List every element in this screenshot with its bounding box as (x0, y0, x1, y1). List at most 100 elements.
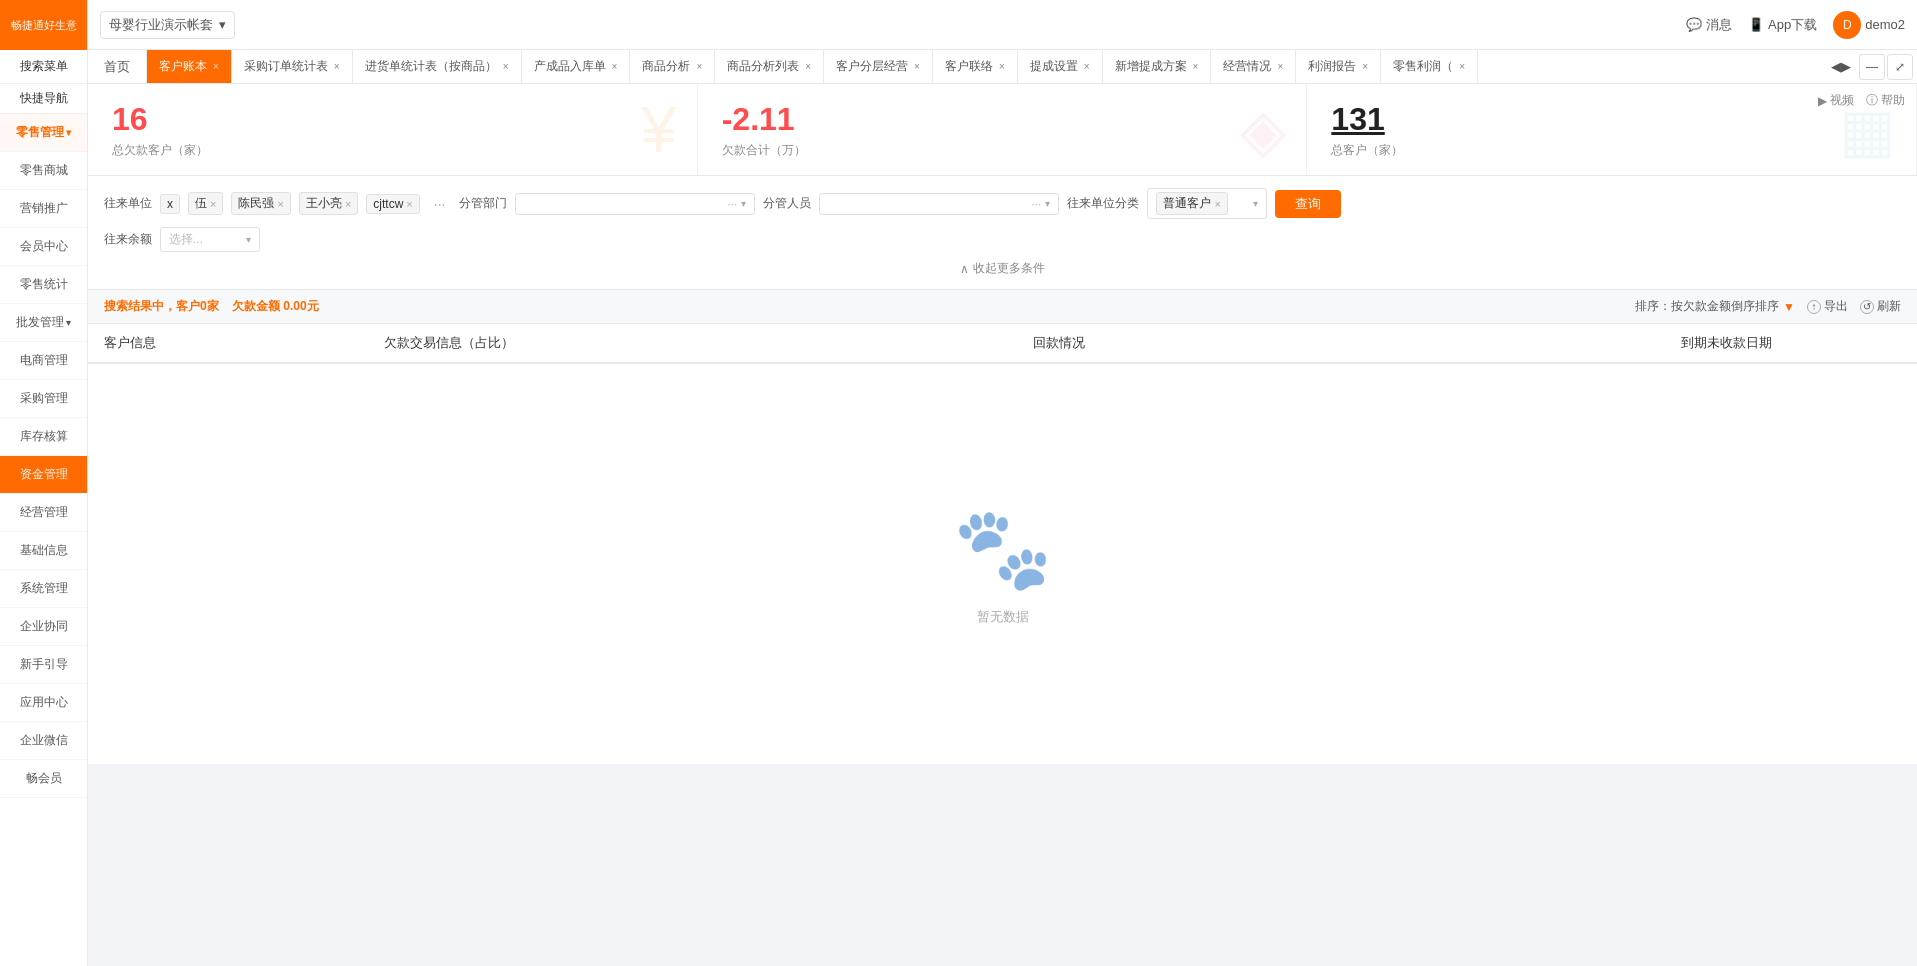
tab-home[interactable]: 首页 (88, 50, 147, 84)
filter-tag-unit-chen[interactable]: 陈民强 × (231, 192, 290, 215)
message-btn[interactable]: 💬 消息 (1686, 16, 1732, 34)
remove-wu-btn[interactable]: × (210, 198, 216, 210)
tab-close-5[interactable]: × (805, 61, 811, 72)
tab-close-4[interactable]: × (696, 61, 702, 72)
tab-close-9[interactable]: × (1193, 61, 1199, 72)
stats-customers-value: 16 (112, 100, 673, 138)
sidebar-item-10[interactable]: 经营管理 (0, 494, 87, 532)
tab-close-3[interactable]: × (612, 61, 618, 72)
video-btn[interactable]: ▶ 视频 (1818, 92, 1854, 109)
tab-label-6: 客户分层经营 (836, 58, 908, 75)
more-tags-btn[interactable]: ··· (428, 194, 452, 214)
query-btn[interactable]: 查询 (1275, 190, 1341, 218)
filter-tag-unit-all[interactable]: x (160, 194, 180, 214)
tab-label-8: 提成设置 (1030, 58, 1078, 75)
remove-chen-btn[interactable]: × (277, 198, 283, 210)
table-body: 🐾 暂无数据 (88, 364, 1917, 764)
tabs-minimize-btn[interactable]: — (1859, 54, 1885, 80)
balance-select[interactable]: 选择... ▾ (160, 227, 260, 252)
filter-tag-unit-cjttcw[interactable]: cjttcw × (366, 194, 419, 214)
user-menu[interactable]: D demo2 (1833, 11, 1905, 39)
sidebar-quick-nav[interactable]: 快捷导航 (0, 84, 87, 114)
tab-close-7[interactable]: × (999, 61, 1005, 72)
filter-tag-unit-wu[interactable]: 伍 × (188, 192, 223, 215)
collapse-btn[interactable]: ∧ 收起更多条件 (104, 260, 1901, 277)
sidebar-item-7[interactable]: 采购管理 (0, 380, 87, 418)
tab-2[interactable]: 进货单统计表（按商品） × (353, 50, 522, 84)
tab-8[interactable]: 提成设置 × (1018, 50, 1103, 84)
sidebar-item-2[interactable]: 营销推广 (0, 190, 87, 228)
sidebar-item-16[interactable]: 企业微信 (0, 722, 87, 760)
message-icon: 💬 (1686, 17, 1702, 32)
stats-total-value: 131 (1331, 100, 1892, 138)
sidebar-item-5[interactable]: 批发管理 ▾ (0, 304, 87, 342)
tabs-more-btn[interactable]: ◀ ▶ (1823, 50, 1859, 84)
topbar: 母婴行业演示帐套 ▾ 💬 消息 📱 App下载 D demo2 (88, 0, 1917, 50)
remove-cjttcw-btn[interactable]: × (406, 198, 412, 210)
sidebar-item-15[interactable]: 应用中心 (0, 684, 87, 722)
filter-category-label: 往来单位分类 (1067, 195, 1139, 212)
sidebar-item-13[interactable]: 企业协同 (0, 608, 87, 646)
tab-12[interactable]: 零售利润（× (1381, 50, 1478, 84)
tab-close-11[interactable]: × (1362, 61, 1368, 72)
tabs-fullscreen-btn[interactable]: ⤢ (1887, 54, 1913, 80)
remove-category-btn[interactable]: × (1214, 198, 1220, 210)
col-duedate: 到期未收款日期 (1681, 334, 1901, 352)
tab-3[interactable]: 产成品入库单× (522, 50, 631, 84)
category-select[interactable]: 普通客户 × ▾ (1147, 188, 1267, 219)
tab-label-11: 利润报告 (1308, 58, 1356, 75)
tab-5[interactable]: 商品分析列表× (715, 50, 824, 84)
sidebar-item-4[interactable]: 零售统计 (0, 266, 87, 304)
tab-label-0: 客户账本 (159, 58, 207, 75)
sidebar-item-8[interactable]: 库存核算 (0, 418, 87, 456)
help-btn[interactable]: ⓘ 帮助 (1866, 92, 1905, 109)
stats-total-label: 总客户（家） (1331, 142, 1892, 159)
tab-6[interactable]: 客户分层经营 × (824, 50, 933, 84)
person-select[interactable]: ··· ▾ (819, 193, 1059, 215)
sidebar-item-3[interactable]: 会员中心 (0, 228, 87, 266)
refresh-btn[interactable]: ↺ 刷新 (1860, 298, 1901, 315)
tab-close-12[interactable]: × (1459, 61, 1465, 72)
tab-close-2[interactable]: × (503, 61, 509, 72)
app-download-btn[interactable]: 📱 App下载 (1748, 16, 1817, 34)
tab-close-1[interactable]: × (334, 61, 340, 72)
sidebar-item-11[interactable]: 基础信息 (0, 532, 87, 570)
tab-0[interactable]: 客户账本 × (147, 50, 232, 84)
export-btn[interactable]: ↑ 导出 (1807, 298, 1848, 315)
tab-close-0[interactable]: × (213, 61, 219, 72)
sidebar-search[interactable]: 搜索菜单 (0, 50, 87, 84)
tab-label-7: 客户联络 (945, 58, 993, 75)
tab-9[interactable]: 新增提成方案× (1103, 50, 1212, 84)
expand-icon: ▾ (64, 317, 72, 328)
sidebar-item-17[interactable]: 畅会员 (0, 760, 87, 798)
sidebar-item-9[interactable]: 资金管理 (0, 456, 87, 494)
chevron-down-icon2: ▾ (1045, 198, 1050, 209)
tab-4[interactable]: 商品分析× (630, 50, 715, 84)
tab-close-6[interactable]: × (914, 61, 920, 72)
col-debt: 欠款交易信息（占比） (384, 334, 1033, 352)
tab-close-10[interactable]: × (1277, 61, 1283, 72)
tab-1[interactable]: 采购订单统计表× (232, 50, 353, 84)
remove-wang-btn[interactable]: × (345, 198, 351, 210)
chevron-down-icon3: ▾ (1253, 198, 1258, 209)
sidebar-item-1[interactable]: 零售商城 (0, 152, 87, 190)
tab-label-2: 进货单统计表（按商品） (365, 58, 497, 75)
help-icon: ⓘ (1866, 92, 1878, 109)
sidebar-item-6[interactable]: 电商管理 (0, 342, 87, 380)
filter-tag-unit-wang[interactable]: 王小亮 × (299, 192, 358, 215)
tab-11[interactable]: 利润报告 × (1296, 50, 1381, 84)
tab-10[interactable]: 经营情况× (1211, 50, 1296, 84)
sidebar-item-12[interactable]: 系统管理 (0, 570, 87, 608)
refresh-icon: ↺ (1860, 300, 1874, 314)
account-dropdown[interactable]: 母婴行业演示帐套 ▾ (100, 11, 235, 39)
play-icon: ▶ (1818, 94, 1827, 108)
stats-bar: ¥ 16 总欠款客户（家） ◈ -2.11 欠款合计（万） ▦ 131 总客户（… (88, 84, 1917, 176)
tab-7[interactable]: 客户联络 × (933, 50, 1018, 84)
sidebar-item-14[interactable]: 新手引导 (0, 646, 87, 684)
account-label: 母婴行业演示帐套 (109, 16, 213, 34)
tab-close-8[interactable]: × (1084, 61, 1090, 72)
sort-btn[interactable]: 排序：按欠款金额倒序排序 ▼ (1635, 298, 1795, 315)
diamond-icon: ◈ (1240, 95, 1286, 165)
sidebar-item-0[interactable]: 零售管理 ▾ (0, 114, 87, 152)
dept-select[interactable]: ··· ▾ (515, 193, 755, 215)
